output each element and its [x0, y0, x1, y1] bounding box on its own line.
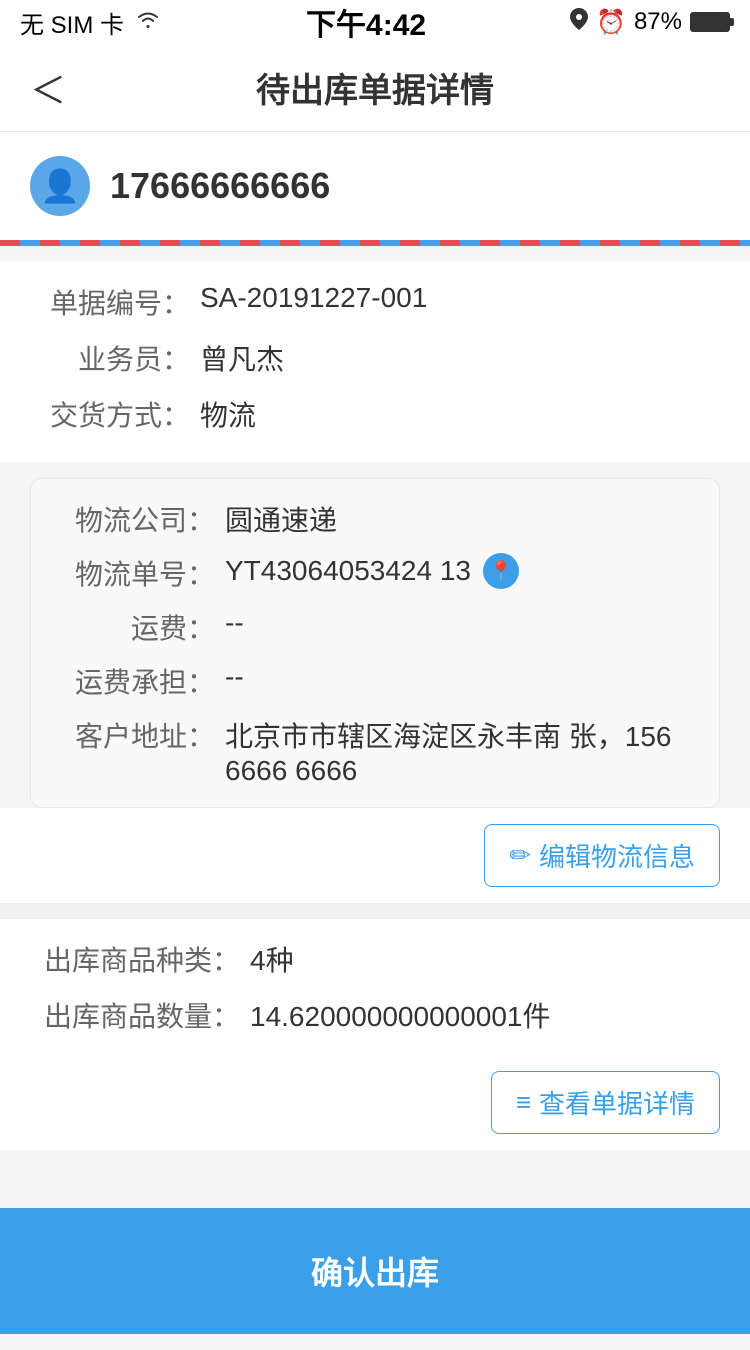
address-row: 客户地址： 北京市市辖区海淀区永丰南 张，156 6666 6666 — [55, 715, 695, 787]
user-header: 👤 17666666666 — [0, 132, 750, 240]
sales-person-label: 业务员： — [30, 338, 190, 378]
confirm-outbound-button[interactable]: 确认出库 — [30, 1228, 720, 1314]
view-btn-area: ≡ 查看单据详情 — [0, 1055, 750, 1150]
delivery-method-label: 交货方式： — [30, 394, 190, 434]
address-label: 客户地址： — [55, 715, 215, 755]
logistics-company-label: 物流公司： — [55, 499, 215, 539]
view-detail-button[interactable]: ≡ 查看单据详情 — [491, 1071, 720, 1134]
section-divider — [0, 903, 750, 919]
edit-btn-area: ✏ 编辑物流信息 — [0, 808, 750, 903]
freight-value: -- — [225, 607, 695, 639]
list-icon: ≡ — [516, 1087, 531, 1118]
goods-quantity-label: 出库商品数量： — [30, 995, 240, 1035]
document-number-row: 单据编号： SA-20191227-001 — [30, 282, 720, 322]
status-right: ⏰ 87% — [570, 8, 730, 37]
freight-bearer-value: -- — [225, 661, 695, 693]
delivery-method-value: 物流 — [200, 394, 720, 434]
logistics-card: 物流公司： 圆通速递 物流单号： YT43064053424 13 📍 运费： … — [30, 478, 720, 808]
view-detail-label: 查看单据详情 — [539, 1084, 695, 1121]
user-phone: 17666666666 — [110, 165, 330, 207]
alarm-icon: ⏰ — [596, 8, 626, 37]
freight-label: 运费： — [55, 607, 215, 647]
freight-row: 运费： -- — [55, 607, 695, 647]
status-left: 无 SIM 卡 — [20, 5, 162, 40]
logistics-company-value: 圆通速递 — [225, 499, 695, 539]
wifi-icon — [134, 8, 162, 36]
tracking-number-label: 物流单号： — [55, 553, 215, 593]
avatar: 👤 — [30, 156, 90, 216]
battery-icon — [690, 12, 730, 32]
back-button[interactable]: ＜ — [20, 52, 76, 124]
track-location-icon[interactable]: 📍 — [483, 553, 519, 589]
goods-section: 出库商品种类： 4种 出库商品数量： 14.620000000000001件 — [0, 919, 750, 1055]
order-info-section: 单据编号： SA-20191227-001 业务员： 曾凡杰 交货方式： 物流 — [0, 262, 750, 462]
document-number-value: SA-20191227-001 — [200, 282, 720, 314]
edit-icon: ✏ — [509, 840, 531, 871]
logistics-company-row: 物流公司： 圆通速递 — [55, 499, 695, 539]
goods-quantity-value: 14.620000000000001件 — [250, 995, 551, 1035]
confirm-btn-area: 确认出库 — [0, 1208, 750, 1334]
tracking-number-row: 物流单号： YT43064053424 13 📍 — [55, 553, 695, 593]
sales-person-value: 曾凡杰 — [200, 338, 720, 378]
avatar-icon: 👤 — [40, 167, 80, 205]
nav-bar: ＜ 待出库单据详情 — [0, 44, 750, 132]
freight-bearer-row: 运费承担： -- — [55, 661, 695, 701]
page-title: 待出库单据详情 — [256, 63, 494, 112]
tracking-number-value: YT43064053424 13 📍 — [225, 553, 695, 589]
goods-type-row: 出库商品种类： 4种 — [30, 939, 720, 979]
goods-type-value: 4种 — [250, 939, 294, 979]
goods-quantity-row: 出库商品数量： 14.620000000000001件 — [30, 995, 720, 1035]
colorful-divider — [0, 240, 750, 246]
goods-type-label: 出库商品种类： — [30, 939, 240, 979]
location-icon — [570, 8, 588, 37]
carrier-label: 无 SIM 卡 — [20, 5, 124, 40]
address-value: 北京市市辖区海淀区永丰南 张，156 6666 6666 — [225, 715, 695, 787]
status-time: 下午4:42 — [306, 0, 426, 44]
status-bar: 无 SIM 卡 下午4:42 ⏰ 87% — [0, 0, 750, 44]
delivery-method-row: 交货方式： 物流 — [30, 394, 720, 434]
sales-person-row: 业务员： 曾凡杰 — [30, 338, 720, 378]
edit-logistics-button[interactable]: ✏ 编辑物流信息 — [484, 824, 720, 887]
document-number-label: 单据编号： — [30, 282, 190, 322]
battery-percent: 87% — [634, 8, 682, 36]
edit-logistics-label: 编辑物流信息 — [539, 837, 695, 874]
freight-bearer-label: 运费承担： — [55, 661, 215, 701]
